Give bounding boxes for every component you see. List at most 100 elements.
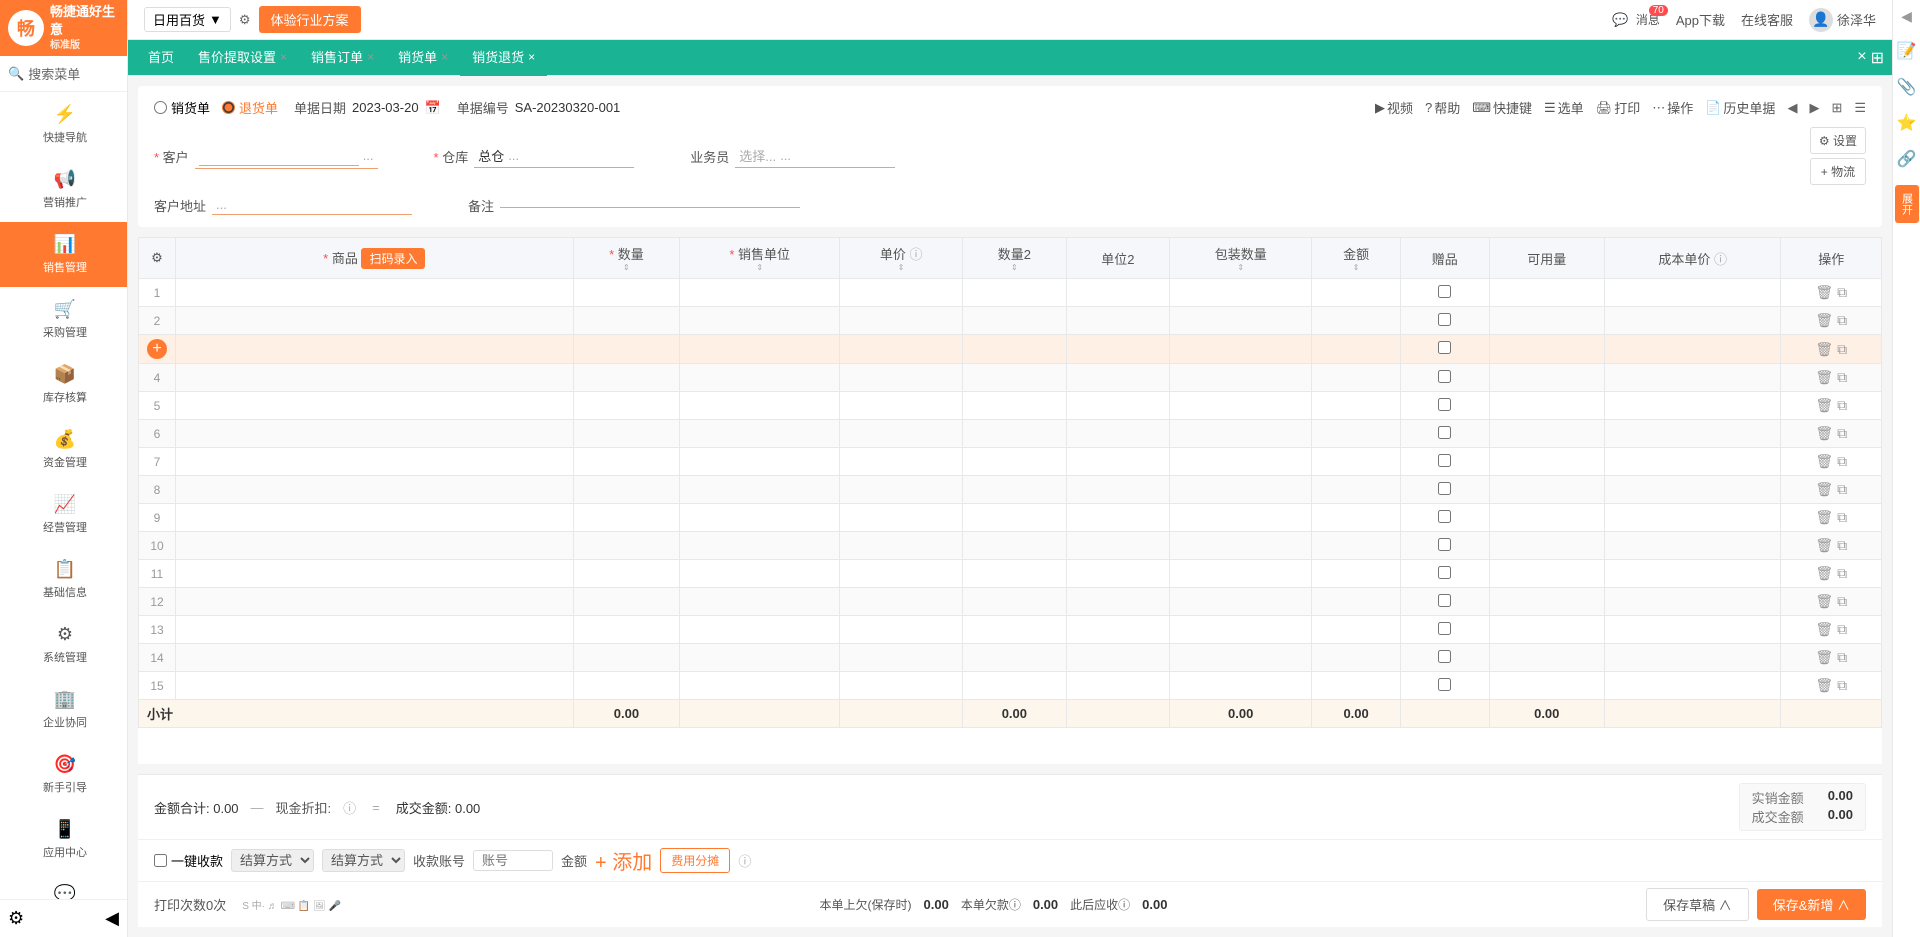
- gift-checkbox-2[interactable]: [1438, 313, 1451, 326]
- logistics-button[interactable]: + 物流: [1810, 158, 1866, 185]
- delete-row-7[interactable]: 🗑: [1815, 453, 1833, 470]
- cost-price-cell-11[interactable]: [1604, 560, 1780, 588]
- date-value[interactable]: 2023-03-20: [352, 100, 419, 115]
- tab-close-all[interactable]: ×: [1857, 48, 1866, 68]
- delete-row-9[interactable]: 🗑: [1815, 509, 1833, 526]
- qty2-cell-4[interactable]: [963, 364, 1067, 392]
- save-draft-button[interactable]: 保存草稿 ∧: [1646, 888, 1749, 921]
- product-input-10[interactable]: [184, 538, 565, 553]
- gift-cell-4[interactable]: [1400, 364, 1489, 392]
- available-cell-5[interactable]: [1489, 392, 1604, 420]
- toolbar-help[interactable]: ? 帮助: [1425, 98, 1460, 117]
- gift-checkbox-9[interactable]: [1438, 510, 1451, 523]
- qty2-cell-11[interactable]: [963, 560, 1067, 588]
- radio-return[interactable]: [222, 101, 235, 114]
- available-cell-10[interactable]: [1489, 532, 1604, 560]
- copy-row-2[interactable]: ⧉: [1837, 312, 1847, 329]
- rs-share-icon[interactable]: 🔗: [1897, 149, 1917, 169]
- qty-cell-7[interactable]: [573, 448, 680, 476]
- amount-cell-1[interactable]: [1312, 279, 1401, 307]
- sidebar-item-system[interactable]: ⚙ 系统管理: [0, 612, 127, 677]
- product-cell-3[interactable]: [176, 335, 574, 364]
- unit-price-cell-7[interactable]: [840, 448, 963, 476]
- available-cell-7[interactable]: [1489, 448, 1604, 476]
- delete-row-11[interactable]: 🗑: [1815, 565, 1833, 582]
- sales-unit-cell-11[interactable]: [680, 560, 840, 588]
- qty2-cell-2[interactable]: [963, 307, 1067, 335]
- cost-price-cell-9[interactable]: [1604, 504, 1780, 532]
- gift-cell-13[interactable]: [1400, 616, 1489, 644]
- unit-price-cell-15[interactable]: [840, 672, 963, 700]
- sort-qty[interactable]: ⇕: [582, 263, 672, 272]
- qty2-cell-1[interactable]: [963, 279, 1067, 307]
- pack-qty-cell-3[interactable]: [1170, 335, 1312, 364]
- available-cell-1[interactable]: [1489, 279, 1604, 307]
- cost-price-cell-10[interactable]: [1604, 532, 1780, 560]
- sales-unit-cell-2[interactable]: [680, 307, 840, 335]
- rs-orange-button[interactable]: 展开: [1895, 185, 1919, 223]
- amount-cell-3[interactable]: [1312, 335, 1401, 364]
- list-view-icon[interactable]: ☰: [1854, 100, 1866, 116]
- cost-price-cell-1[interactable]: [1604, 279, 1780, 307]
- amount-cell-12[interactable]: [1312, 588, 1401, 616]
- pack-qty-cell-6[interactable]: [1170, 420, 1312, 448]
- sidebar-item-shortcut[interactable]: ⚡ 快捷导航: [0, 92, 127, 157]
- qty-cell-14[interactable]: [573, 644, 680, 672]
- rs-note-icon[interactable]: 📝: [1897, 41, 1917, 61]
- product-input-9[interactable]: [184, 510, 565, 525]
- product-cell-8[interactable]: [176, 476, 574, 504]
- unit2-cell-5[interactable]: [1066, 392, 1170, 420]
- address-input[interactable]: ...: [212, 195, 412, 215]
- cost-price-cell-2[interactable]: [1604, 307, 1780, 335]
- rs-expand-icon[interactable]: ◀: [1901, 8, 1912, 25]
- sidebar-item-purchase[interactable]: 🛒 采购管理: [0, 287, 127, 352]
- tab-order-close[interactable]: ×: [367, 50, 374, 64]
- gift-cell-7[interactable]: [1400, 448, 1489, 476]
- unit2-cell-12[interactable]: [1066, 588, 1170, 616]
- tab-price-close[interactable]: ×: [280, 50, 287, 64]
- sort-unit[interactable]: ⇕: [688, 263, 831, 272]
- unit-price-cell-5[interactable]: [840, 392, 963, 420]
- qty-cell-11[interactable]: [573, 560, 680, 588]
- save-new-button[interactable]: 保存&新增 ∧: [1757, 889, 1866, 920]
- gift-checkbox-1[interactable]: [1438, 285, 1451, 298]
- warehouse-dots[interactable]: ...: [508, 148, 519, 163]
- sidebar-search[interactable]: 🔍 搜索菜单: [0, 56, 127, 92]
- product-cell-4[interactable]: [176, 364, 574, 392]
- tab-return-close[interactable]: ×: [528, 50, 535, 64]
- available-cell-9[interactable]: [1489, 504, 1604, 532]
- product-cell-9[interactable]: [176, 504, 574, 532]
- collapse-icon[interactable]: ◀: [105, 908, 119, 929]
- pack-qty-cell-13[interactable]: [1170, 616, 1312, 644]
- unit-price-cell-8[interactable]: [840, 476, 963, 504]
- sidebar-item-sales[interactable]: 📊 销售管理: [0, 222, 127, 287]
- amount-cell-11[interactable]: [1312, 560, 1401, 588]
- product-cell-12[interactable]: [176, 588, 574, 616]
- tab-price-setting[interactable]: 售价提取设置 ×: [186, 40, 299, 76]
- tab-sales-order[interactable]: 销售订单 ×: [299, 40, 386, 76]
- copy-row-13[interactable]: ⧉: [1837, 621, 1847, 638]
- unit-price-cell-13[interactable]: [840, 616, 963, 644]
- cost-price-cell-6[interactable]: [1604, 420, 1780, 448]
- sales-unit-cell-4[interactable]: [680, 364, 840, 392]
- radio-return-label[interactable]: 退货单: [222, 98, 278, 117]
- product-cell-11[interactable]: [176, 560, 574, 588]
- product-cell-14[interactable]: [176, 644, 574, 672]
- delete-row-14[interactable]: 🗑: [1815, 649, 1833, 666]
- unit2-cell-2[interactable]: [1066, 307, 1170, 335]
- available-cell-13[interactable]: [1489, 616, 1604, 644]
- delete-row-8[interactable]: 🗑: [1815, 481, 1833, 498]
- pack-qty-cell-9[interactable]: [1170, 504, 1312, 532]
- remark-input[interactable]: [500, 203, 800, 208]
- amount-cell-4[interactable]: [1312, 364, 1401, 392]
- rs-attachment-icon[interactable]: 📎: [1897, 77, 1917, 97]
- gift-checkbox-11[interactable]: [1438, 566, 1451, 579]
- delete-row-3[interactable]: 🗑: [1815, 341, 1833, 358]
- delete-row-1[interactable]: 🗑: [1815, 284, 1833, 301]
- tab-sales-delivery[interactable]: 销货单 ×: [386, 40, 460, 76]
- copy-row-12[interactable]: ⧉: [1837, 593, 1847, 610]
- nav-next[interactable]: ▶: [1809, 100, 1819, 116]
- toolbar-shortcut[interactable]: ⌨ 快捷键: [1472, 98, 1532, 117]
- gift-checkbox-3[interactable]: [1438, 341, 1451, 354]
- unit-price-cell-4[interactable]: [840, 364, 963, 392]
